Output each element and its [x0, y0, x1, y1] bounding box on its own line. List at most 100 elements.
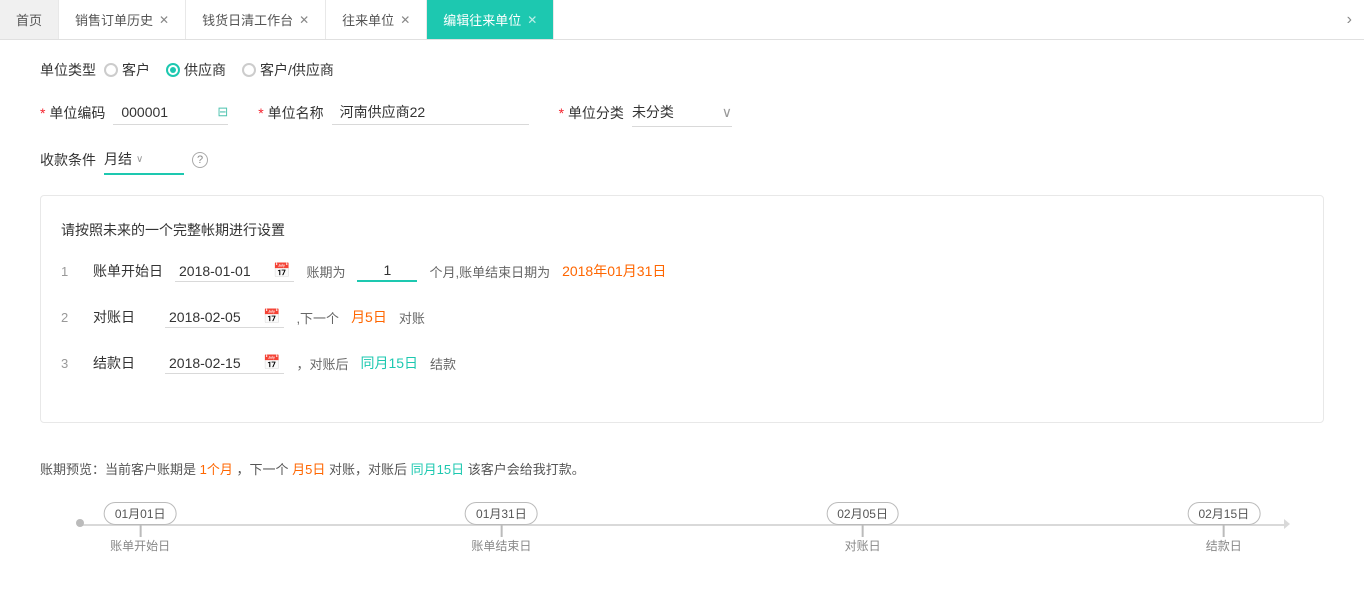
timeline-node-4: 02月15日 结款日 [1187, 502, 1260, 554]
radio-supplier-circle [166, 63, 180, 77]
help-icon[interactable]: ? [192, 152, 208, 168]
preview-sep3: 该客户会给我打款。 [468, 462, 585, 477]
radio-customer-label: 客户 [122, 60, 150, 80]
preview-section: 账期预览：当前客户账期是 1个月 ，下一个 月5日 对账，对账后 同月15日 该… [40, 443, 1324, 582]
payment-terms-row: 收款条件 月结 ∨ ? [40, 145, 1324, 175]
tab-counterparty-close[interactable]: ✕ [400, 13, 410, 27]
settings-title: 请按照未来的一个完整帐期进行设置 [61, 220, 1303, 240]
preview-text: 账期预览：当前客户账期是 1个月 ，下一个 月5日 对账，对账后 同月15日 该… [40, 459, 1324, 478]
setting-row-2-highlight: 月5日 [351, 307, 387, 327]
timeline-node-1-label: 账单开始日 [110, 537, 170, 554]
tab-edit-counterparty-label: 编辑往来单位 [443, 10, 521, 29]
setting-row-2-desc-after: 对账 [399, 308, 425, 327]
timeline-node-4-stem [1223, 525, 1225, 537]
preview-part3: 同月15日 [411, 462, 464, 477]
setting-row-3-num: 3 [61, 356, 81, 371]
radio-supplier[interactable]: 供应商 [166, 60, 226, 80]
timeline-node-4-pill: 02月15日 [1187, 502, 1260, 525]
setting-row-1-date-input[interactable] [179, 263, 269, 279]
timeline: 01月01日 账单开始日 01月31日 账单结束日 02月05日 对账日 [40, 502, 1324, 582]
setting-row-1-num: 1 [61, 264, 81, 279]
timeline-node-2-stem [500, 525, 502, 537]
unit-type-row: 单位类型 客户 供应商 客户/供应商 [40, 60, 1324, 80]
unit-name-group: 单位名称 [258, 100, 528, 125]
setting-row-3: 3 结款日 📅 ，对账后 同月15日 结款 [61, 352, 1303, 374]
timeline-node-3: 02月05日 对账日 [826, 502, 899, 554]
radio-both[interactable]: 客户/供应商 [242, 60, 334, 80]
tab-counterparty[interactable]: 往来单位 ✕ [326, 0, 427, 39]
timeline-node-3-stem [862, 525, 864, 537]
unit-info-row: 单位编码 ⊟ 单位名称 单位分类 未分类 ∨ [40, 98, 1324, 127]
tab-cash-workbench-label: 钱货日清工作台 [202, 10, 293, 29]
unit-code-label: 单位编码 [40, 103, 105, 123]
payment-terms-chevron: ∨ [136, 154, 143, 165]
unit-category-label: 单位分类 [559, 103, 624, 123]
setting-row-2-date-input[interactable] [169, 309, 259, 325]
tab-edit-counterparty-close[interactable]: ✕ [527, 13, 537, 27]
setting-row-2-label: 对账日 [93, 307, 153, 327]
period-end-date: 2018年01月31日 [562, 261, 666, 281]
timeline-node-3-pill: 02月05日 [826, 502, 899, 525]
main-content: 单位类型 客户 供应商 客户/供应商 单位编码 [0, 40, 1364, 608]
setting-row-2-desc-before: ,下一个 [296, 308, 339, 327]
radio-supplier-label: 供应商 [184, 60, 226, 80]
timeline-node-2: 01月31日 账单结束日 [465, 502, 538, 554]
tab-home[interactable]: 首页 [0, 0, 59, 39]
unit-category-select[interactable]: 未分类 ∨ [632, 98, 732, 127]
unit-type-label: 单位类型 [40, 60, 96, 80]
calendar-icon-3[interactable]: 📅 [263, 354, 280, 371]
timeline-nodes: 01月01日 账单开始日 01月31日 账单结束日 02月05日 对账日 [80, 502, 1284, 582]
tab-edit-counterparty[interactable]: 编辑往来单位 ✕ [427, 0, 554, 39]
setting-row-3-highlight: 同月15日 [360, 353, 418, 373]
setting-row-1: 1 账单开始日 📅 账期为 个月,账单结束日期为 2018年01月31日 [61, 260, 1303, 282]
unit-code-input[interactable] [113, 100, 213, 124]
preview-part2: 月5日 [292, 462, 325, 477]
timeline-node-4-label: 结款日 [1206, 537, 1242, 554]
setting-row-3-desc-after: 结款 [430, 354, 456, 373]
unit-name-input[interactable] [332, 100, 529, 125]
radio-customer-circle [104, 63, 118, 77]
tab-bar: 首页 销售订单历史 ✕ 钱货日清工作台 ✕ 往来单位 ✕ 编辑往来单位 ✕ › [0, 0, 1364, 40]
tab-cash-workbench[interactable]: 钱货日清工作台 ✕ [186, 0, 326, 39]
unit-type-group: 单位类型 客户 供应商 客户/供应商 [40, 60, 334, 80]
timeline-arrow-end [1284, 519, 1290, 529]
timeline-node-3-label: 对账日 [845, 537, 881, 554]
preview-part1: 1个月 [200, 462, 233, 477]
tab-home-label: 首页 [16, 10, 42, 29]
calendar-icon-1[interactable]: 📅 [273, 262, 290, 279]
timeline-node-2-label: 账单结束日 [471, 537, 531, 554]
tab-more-button[interactable]: › [1335, 11, 1364, 29]
setting-row-1-desc: 个月,账单结束日期为 [429, 262, 550, 281]
timeline-node-1-pill: 01月01日 [104, 502, 177, 525]
unit-category-value: 未分类 [632, 102, 674, 122]
tab-sales-history-label: 销售订单历史 [75, 10, 153, 29]
timeline-node-2-pill: 01月31日 [465, 502, 538, 525]
setting-row-1-period-label: 账期为 [306, 262, 345, 281]
payment-terms-label: 收款条件 [40, 150, 96, 170]
tab-sales-history-close[interactable]: ✕ [159, 13, 169, 27]
payment-terms-select[interactable]: 月结 ∨ [104, 145, 184, 175]
period-input[interactable] [357, 260, 417, 282]
unit-code-input-wrap: ⊟ [113, 100, 228, 125]
unit-code-group: 单位编码 ⊟ [40, 100, 228, 125]
payment-terms-value: 月结 [104, 149, 132, 169]
setting-row-2-num: 2 [61, 310, 81, 325]
unit-category-chevron: ∨ [722, 104, 732, 121]
radio-both-circle [242, 63, 256, 77]
copy-icon[interactable]: ⊟ [217, 104, 228, 120]
setting-row-3-date-wrap: 📅 [165, 352, 284, 374]
tab-counterparty-label: 往来单位 [342, 10, 394, 29]
radio-customer[interactable]: 客户 [104, 60, 150, 80]
setting-row-3-date-input[interactable] [169, 355, 259, 371]
calendar-icon-2[interactable]: 📅 [263, 308, 280, 325]
unit-category-group: 单位分类 未分类 ∨ [559, 98, 732, 127]
preview-label: 账期预览：当前客户账期是 [40, 462, 196, 477]
radio-both-label: 客户/供应商 [260, 60, 334, 80]
tab-sales-history[interactable]: 销售订单历史 ✕ [59, 0, 186, 39]
tab-cash-workbench-close[interactable]: ✕ [299, 13, 309, 27]
payment-terms-group: 收款条件 月结 ∨ ? [40, 145, 208, 175]
preview-sep2: 对账，对账后 [329, 462, 407, 477]
setting-row-1-label: 账单开始日 [93, 261, 163, 281]
preview-sep1: ，下一个 [237, 462, 289, 477]
setting-row-2: 2 对账日 📅 ,下一个 月5日 对账 [61, 306, 1303, 328]
